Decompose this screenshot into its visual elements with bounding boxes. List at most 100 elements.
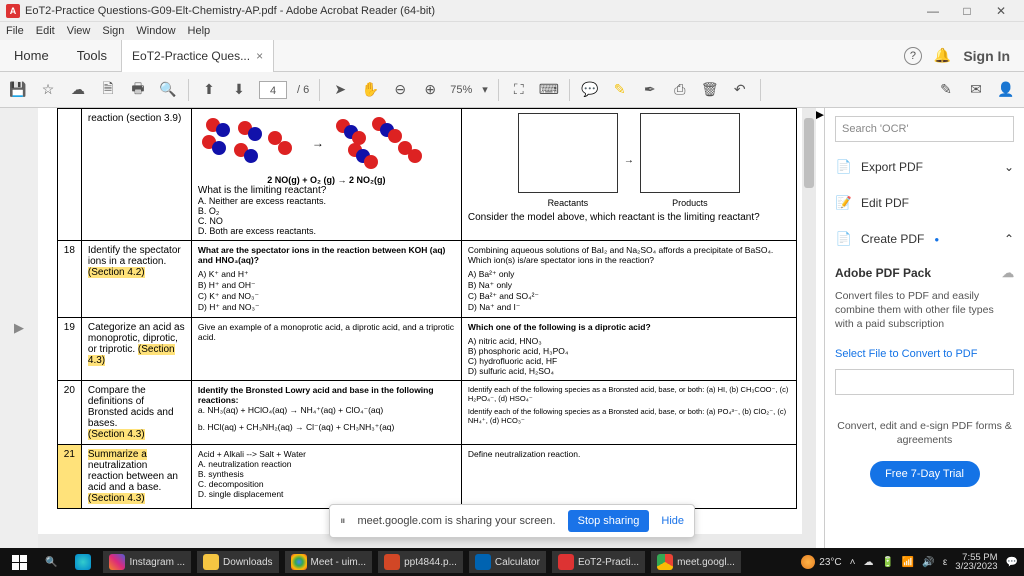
convert-note: Convert, edit and e-sign PDF forms & agr…: [835, 419, 1014, 447]
stop-sharing-button[interactable]: Stop sharing: [568, 510, 650, 532]
share-message: meet.google.com is sharing your screen.: [358, 515, 556, 527]
close-button[interactable]: ✕: [984, 0, 1018, 22]
arrow-icon: →: [624, 155, 634, 166]
hand-icon[interactable]: ✋: [360, 80, 380, 100]
stamp-icon[interactable]: ⎙: [670, 80, 690, 100]
star-icon[interactable]: ☆: [38, 80, 58, 100]
cloud-upload-icon[interactable]: ☁: [68, 80, 88, 100]
left-panel-toggle[interactable]: ▶: [0, 108, 38, 548]
tab-close-icon[interactable]: ×: [256, 49, 263, 63]
tray-battery-icon[interactable]: 🔋: [881, 557, 893, 568]
window-title: EoT2-Practice Questions-G09-Elt-Chemistr…: [25, 5, 435, 17]
minimize-button[interactable]: —: [916, 0, 950, 22]
taskbar-search[interactable]: 🔍: [39, 551, 63, 573]
zoom-level[interactable]: 75%: [450, 84, 472, 96]
tray-language[interactable]: ε: [943, 557, 947, 568]
reactants-label: Reactants: [512, 198, 624, 208]
pack-desc: Convert files to PDF and easily combine …: [835, 289, 1014, 332]
scrollbar-thumb[interactable]: [804, 118, 814, 188]
nav-home[interactable]: Home: [0, 40, 63, 72]
q18-section: (Section 4.2): [88, 267, 145, 278]
bell-icon[interactable]: 🔔: [934, 47, 951, 64]
tray-wifi-icon[interactable]: 📶: [902, 557, 914, 568]
taskbar-chrome[interactable]: meet.googl...: [651, 551, 741, 573]
help-icon[interactable]: ?: [904, 47, 922, 65]
pointer-icon[interactable]: ➤: [330, 80, 350, 100]
keyboard-icon[interactable]: ⌨: [539, 80, 559, 100]
menu-edit[interactable]: Edit: [36, 25, 55, 37]
taskbar-weather[interactable]: 23°C: [801, 555, 841, 569]
vertical-scrollbar[interactable]: [802, 108, 816, 548]
print-icon[interactable]: 🖶: [128, 80, 148, 100]
taskbar-downloads[interactable]: Downloads: [197, 551, 278, 573]
tray-notifications-icon[interactable]: 💬: [1006, 557, 1018, 568]
sign-icon[interactable]: ✒: [640, 80, 660, 100]
taskbar-powerpoint[interactable]: ppt4844.p...: [378, 551, 463, 573]
q18-rC: C) Ba²⁺ and SO₄²⁻: [468, 291, 790, 302]
search-input[interactable]: Search 'OCR': [835, 116, 1014, 142]
taskbar-meet[interactable]: Meet - uim...: [285, 551, 373, 573]
create-pdf-button[interactable]: 📄 Create PDF ● ⌃: [835, 224, 1014, 254]
zoom-in-icon[interactable]: ⊕: [420, 80, 440, 100]
page-number-input[interactable]: 4: [259, 81, 287, 99]
page-down-icon[interactable]: ⬇: [229, 80, 249, 100]
q19-rq: Which one of the following is a diprotic…: [468, 322, 790, 332]
file-select-box[interactable]: [835, 369, 1014, 395]
q19-rC: C) hydrofluoric acid, HF: [468, 356, 790, 366]
screen-share-bar: ⏸ meet.google.com is sharing your screen…: [329, 504, 695, 538]
create-badge: ●: [934, 235, 939, 244]
opt-a: A. Neither are excess reactants.: [198, 196, 455, 206]
sign-in-button[interactable]: Sign In: [963, 48, 1010, 64]
start-button[interactable]: [6, 551, 33, 573]
taskbar-calculator[interactable]: Calculator: [469, 551, 546, 573]
profile-icon[interactable]: 👤: [996, 80, 1016, 100]
tray-onedrive-icon[interactable]: ☁: [863, 557, 873, 568]
trial-button[interactable]: Free 7-Day Trial: [870, 461, 980, 487]
taskbar-clock[interactable]: 7:55 PM 3/23/2023: [955, 553, 997, 572]
document-tab[interactable]: EoT2-Practice Ques... ×: [121, 40, 274, 72]
save-icon[interactable]: 💾: [8, 80, 28, 100]
menu-view[interactable]: View: [67, 25, 91, 37]
export-pdf-button[interactable]: 📄 Export PDF ⌄: [835, 152, 1014, 182]
tray-chevron-icon[interactable]: ˄: [850, 557, 856, 568]
maximize-button[interactable]: □: [950, 0, 984, 22]
highlight-icon[interactable]: ✎: [610, 80, 630, 100]
taskbar-instagram[interactable]: Instagram ...: [103, 551, 191, 573]
tray-volume-icon[interactable]: 🔊: [922, 557, 934, 568]
edit-pdf-button[interactable]: 📝 Edit PDF: [835, 188, 1014, 218]
q-limiting: What is the limiting reactant?: [198, 185, 455, 196]
page-up-icon[interactable]: ⬆: [199, 80, 219, 100]
mail-icon[interactable]: ✉: [966, 80, 986, 100]
files-icon[interactable]: 🗎: [98, 80, 118, 100]
right-panel: Search 'OCR' 📄 Export PDF ⌄ 📝 Edit PDF 📄…: [824, 108, 1024, 548]
q20-midh: Identify the Bronsted Lowry acid and bas…: [198, 385, 455, 405]
undo-icon[interactable]: ↶: [730, 80, 750, 100]
pdf-page: reaction (section 3.9) →: [38, 108, 816, 548]
hide-share-button[interactable]: Hide: [661, 515, 684, 527]
q21-section: (Section 4.3): [88, 493, 145, 504]
menu-window[interactable]: Window: [136, 25, 175, 37]
document-area[interactable]: reaction (section 3.9) →: [38, 108, 816, 548]
q-reaction-desc: reaction (section 3.9): [88, 113, 181, 124]
right-panel-toggle[interactable]: ▶: [816, 108, 824, 548]
comment-icon[interactable]: 💬: [580, 80, 600, 100]
menu-help[interactable]: Help: [188, 25, 211, 37]
search-icon[interactable]: 🔍: [158, 80, 178, 100]
share-pause-icon[interactable]: ⏸: [340, 515, 346, 528]
q18-mA: A) K⁺ and H⁺: [198, 269, 455, 280]
nav-tools[interactable]: Tools: [63, 40, 121, 72]
menu-sign[interactable]: Sign: [102, 25, 124, 37]
menu-file[interactable]: File: [6, 25, 24, 37]
zoom-out-icon[interactable]: ⊖: [390, 80, 410, 100]
fit-icon[interactable]: ⛶: [509, 80, 529, 100]
document-tab-label: EoT2-Practice Ques...: [132, 49, 250, 63]
taskbar-acrobat[interactable]: EoT2-Practi...: [552, 551, 645, 573]
draw-icon[interactable]: ✎: [936, 80, 956, 100]
q21-mD: D. single displacement: [198, 489, 455, 499]
trash-icon[interactable]: 🗑: [700, 80, 720, 100]
q20-desc: Compare the definitions of Bronsted acid…: [88, 385, 174, 429]
q19-rA: A) nitric acid, HNO₃: [468, 336, 790, 346]
taskbar-edge[interactable]: [69, 551, 97, 573]
q20-r1: Identify each of the following species a…: [468, 385, 790, 403]
zoom-dropdown-icon[interactable]: ▾: [482, 83, 488, 96]
